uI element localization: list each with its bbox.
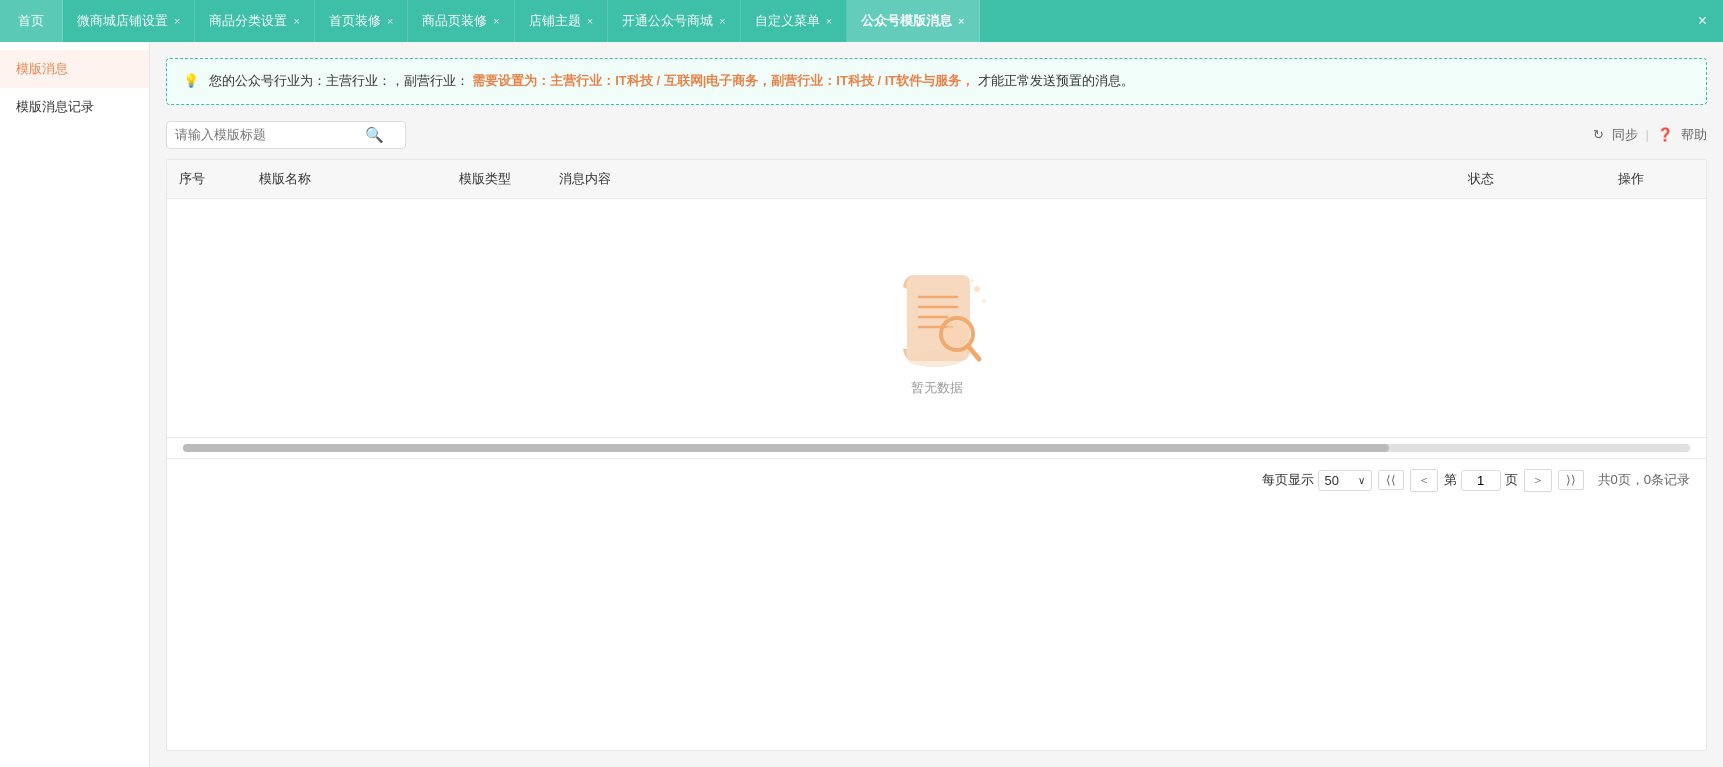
custommenu-tab-label: 自定义菜单 xyxy=(755,12,820,30)
search-input[interactable] xyxy=(175,127,365,142)
nav-tab-weshop[interactable]: 微商城店铺设置 × xyxy=(63,0,195,42)
weshop-tab-label: 微商城店铺设置 xyxy=(77,12,168,30)
help-label[interactable]: 帮助 xyxy=(1681,126,1707,144)
svg-point-8 xyxy=(974,286,980,292)
last-page-button[interactable]: ⟩⟩ xyxy=(1558,470,1584,490)
product-tab-close[interactable]: × xyxy=(493,15,499,27)
home-tab-label: 首页 xyxy=(18,12,44,30)
main-layout: 模版消息 模版消息记录 💡 您的公众号行业为：主营行业：，副营行业： 需要设置为… xyxy=(0,42,1723,767)
col-header-status: 状态 xyxy=(1456,160,1606,198)
nav-tab-mptemplate[interactable]: 公众号模版消息 × xyxy=(847,0,979,42)
data-table: 序号 模版名称 模版类型 消息内容 状态 操作 xyxy=(166,159,1707,751)
total-text: 共0页，0条记录 xyxy=(1598,471,1690,489)
sidebar-item-template-msg[interactable]: 模版消息 xyxy=(0,50,149,88)
col-header-action: 操作 xyxy=(1606,160,1706,198)
col-header-type: 模版类型 xyxy=(447,160,547,198)
first-page-button[interactable]: ⟨⟨ xyxy=(1378,470,1404,490)
page-input-wrap: 第 页 xyxy=(1444,470,1518,491)
sync-icon: ↻ xyxy=(1593,127,1604,142)
scrollbar-track[interactable] xyxy=(183,444,1690,452)
tip-icon: 💡 xyxy=(183,73,199,88)
scrollbar-area xyxy=(167,437,1706,458)
nav-tab-openmp[interactable]: 开通公众号商城 × xyxy=(608,0,740,42)
openmp-tab-label: 开通公众号商城 xyxy=(622,12,713,30)
theme-tab-label: 店铺主题 xyxy=(529,12,581,30)
nav-tab-custommenu[interactable]: 自定义菜单 × xyxy=(741,0,847,42)
nav-tab-homepage[interactable]: 首页装修 × xyxy=(315,0,408,42)
category-tab-label: 商品分类设置 xyxy=(209,12,287,30)
sidebar: 模版消息 模版消息记录 xyxy=(0,42,150,767)
homepage-tab-label: 首页装修 xyxy=(329,12,381,30)
help-icon: ❓ xyxy=(1657,127,1673,142)
top-nav: 首页 微商城店铺设置 × 商品分类设置 × 首页装修 × 商品页装修 × 店铺主… xyxy=(0,0,1723,42)
mptemplate-tab-label: 公众号模版消息 xyxy=(861,12,952,30)
page-size-label: 每页显示 xyxy=(1262,471,1314,489)
notice-box: 💡 您的公众号行业为：主营行业：，副营行业： 需要设置为：主营行业：IT科技 /… xyxy=(166,58,1707,105)
search-area: 🔍 ↻ 同步 | ❓ 帮助 xyxy=(166,121,1707,149)
theme-tab-close[interactable]: × xyxy=(587,15,593,27)
page-number-input[interactable] xyxy=(1461,470,1501,491)
nav-tab-product[interactable]: 商品页装修 × xyxy=(408,0,514,42)
col-header-no: 序号 xyxy=(167,160,247,198)
custommenu-tab-close[interactable]: × xyxy=(826,15,832,27)
page-size-wrap: 每页显示 50 ∨ xyxy=(1262,470,1372,491)
sync-help-area: ↻ 同步 | ❓ 帮助 xyxy=(1593,126,1707,144)
col-header-content: 消息内容 xyxy=(547,160,1456,198)
openmp-tab-close[interactable]: × xyxy=(719,15,725,27)
mptemplate-tab-close[interactable]: × xyxy=(958,15,964,27)
empty-illustration xyxy=(877,259,997,379)
page-size-select[interactable]: 50 ∨ xyxy=(1318,470,1372,491)
window-close-button[interactable]: × xyxy=(1682,0,1723,42)
nav-tab-category[interactable]: 商品分类设置 × xyxy=(195,0,314,42)
sidebar-item-template-log-label: 模版消息记录 xyxy=(16,99,94,114)
table-header: 序号 模版名称 模版类型 消息内容 状态 操作 xyxy=(167,160,1706,199)
svg-point-6 xyxy=(945,322,969,346)
svg-point-9 xyxy=(982,299,986,303)
search-icon[interactable]: 🔍 xyxy=(365,126,384,144)
homepage-tab-close[interactable]: × xyxy=(387,15,393,27)
sidebar-item-template-log[interactable]: 模版消息记录 xyxy=(0,88,149,126)
nav-tab-theme[interactable]: 店铺主题 × xyxy=(515,0,608,42)
pagination: 每页显示 50 ∨ ⟨⟨ ＜ 第 页 ＞ ⟩⟩ 共0页，0条记录 xyxy=(167,458,1706,502)
col-header-name: 模版名称 xyxy=(247,160,447,198)
sync-label[interactable]: 同步 xyxy=(1612,126,1638,144)
notice-suffix: 才能正常发送预置的消息。 xyxy=(978,73,1134,88)
scrollbar-thumb[interactable] xyxy=(183,444,1389,452)
chevron-down-icon: ∨ xyxy=(1358,475,1365,486)
notice-highlight: 需要设置为：主营行业：IT科技 / 互联网|电子商务，副营行业：IT科技 / I… xyxy=(472,73,974,88)
category-tab-close[interactable]: × xyxy=(293,15,299,27)
page-size-value: 50 xyxy=(1325,473,1339,488)
page-label-before: 第 xyxy=(1444,471,1457,489)
separator: | xyxy=(1646,127,1649,142)
svg-point-10 xyxy=(970,279,973,282)
sidebar-item-template-msg-label: 模版消息 xyxy=(16,61,68,76)
page-label-after: 页 xyxy=(1505,471,1518,489)
next-page-button[interactable]: ＞ xyxy=(1524,469,1552,492)
prev-page-button[interactable]: ＜ xyxy=(1410,469,1438,492)
notice-prefix: 您的公众号行业为：主营行业：，副营行业： xyxy=(209,73,469,88)
content-area: 💡 您的公众号行业为：主营行业：，副营行业： 需要设置为：主营行业：IT科技 /… xyxy=(150,42,1723,767)
product-tab-label: 商品页装修 xyxy=(422,12,487,30)
search-input-wrap[interactable]: 🔍 xyxy=(166,121,406,149)
empty-state: 暂无数据 xyxy=(167,199,1706,437)
empty-text: 暂无数据 xyxy=(911,379,963,397)
nav-tab-home[interactable]: 首页 xyxy=(0,0,63,42)
weshop-tab-close[interactable]: × xyxy=(174,15,180,27)
